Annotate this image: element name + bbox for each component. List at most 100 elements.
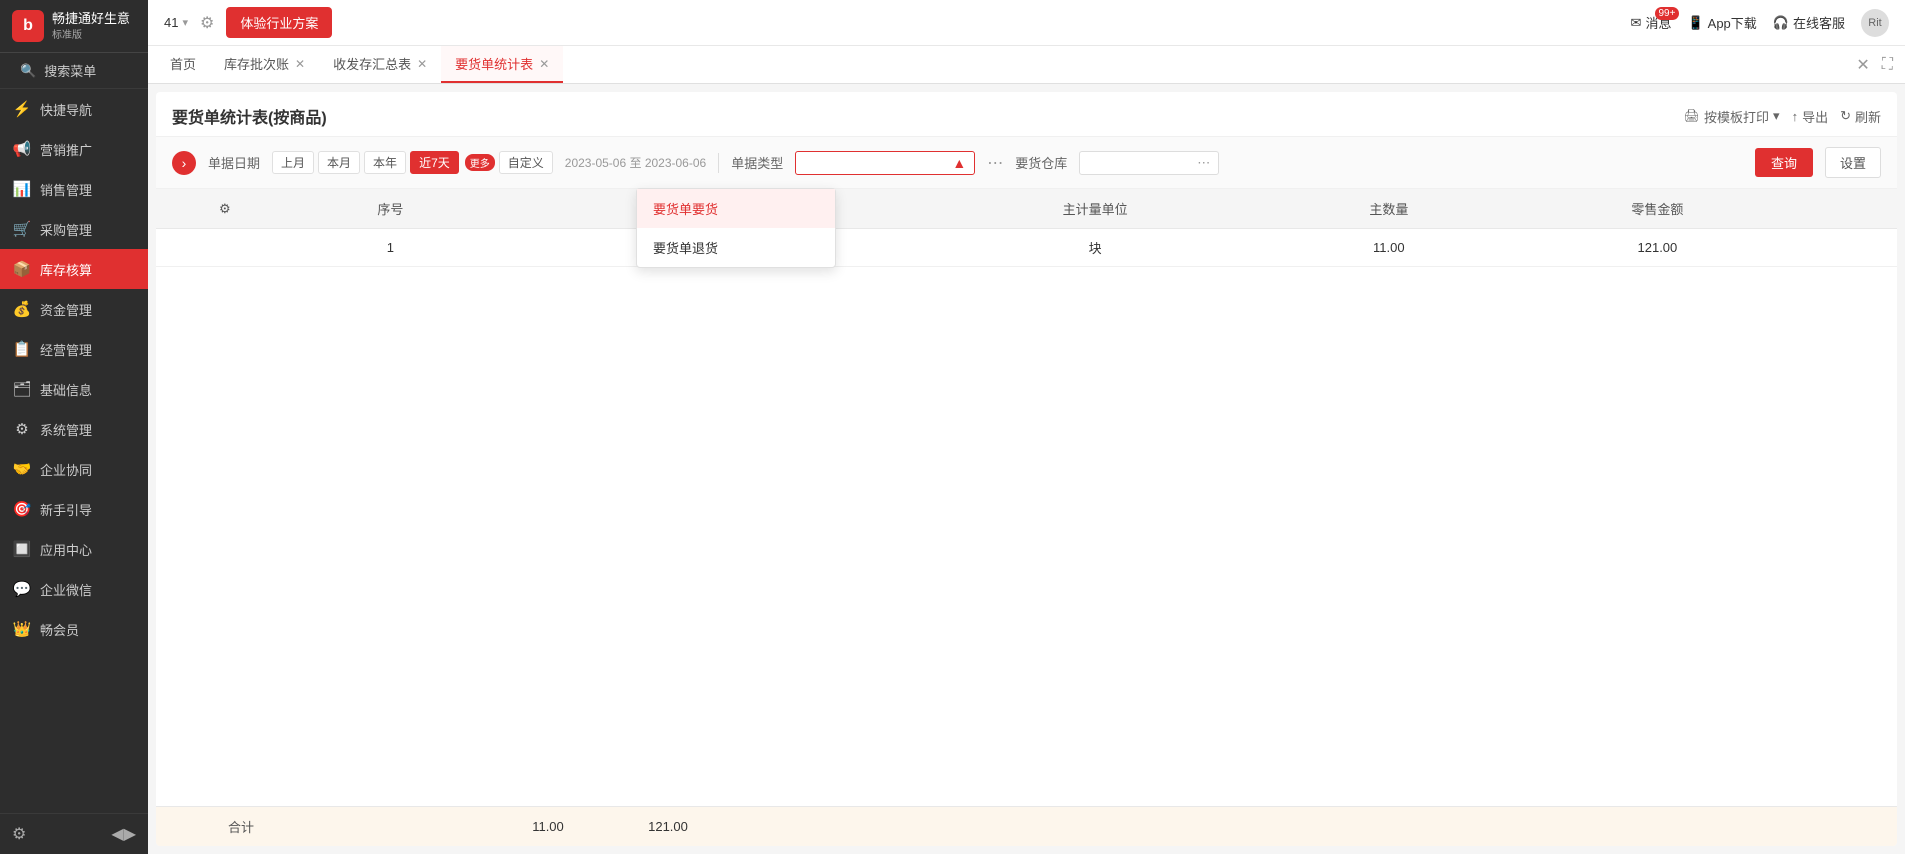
finance-icon: 💰 — [12, 299, 32, 319]
sidebar-item-label: 企业微信 — [40, 580, 92, 599]
cell-quantity: 11.00 — [1267, 229, 1510, 267]
basic-icon: 🗂 — [12, 379, 32, 399]
search-label: 搜索菜单 — [44, 61, 96, 80]
filter-expand-button[interactable]: › — [172, 151, 196, 175]
tab-inventory-batch-label: 库存批次账 — [224, 54, 289, 73]
search-icon: 🔍 — [20, 63, 36, 79]
sidebar-item-system[interactable]: ⚙ 系统管理 — [0, 409, 148, 449]
member-icon: 👑 — [12, 619, 32, 639]
date-chip-last-7days[interactable]: 近7天 — [410, 151, 459, 174]
filter-divider — [718, 153, 719, 173]
cell-settings — [156, 229, 294, 267]
sidebar-item-wechat[interactable]: 💬 企业微信 — [0, 569, 148, 609]
purchase-icon: 🛒 — [12, 219, 32, 239]
refresh-label: 刷新 — [1855, 107, 1881, 126]
date-more-badge[interactable]: 更多 — [465, 154, 495, 171]
date-chip-last-month[interactable]: 上月 — [272, 151, 314, 174]
tab-inventory-batch-close[interactable]: ✕ — [295, 57, 305, 71]
tab-order-stats[interactable]: 要货单统计表 ✕ — [441, 46, 563, 83]
sidebar-item-appstore[interactable]: 🔲 应用中心 — [0, 529, 148, 569]
sidebar-item-marketing[interactable]: 📢 营销推广 — [0, 129, 148, 169]
type-select-chevron-up-icon: ▲ — [952, 155, 966, 171]
print-dropdown-icon: ▾ — [1773, 108, 1780, 124]
messages-item[interactable]: ✉ 消息 99+ — [1631, 13, 1672, 32]
print-button[interactable]: 🖨 按模板打印 ▾ — [1684, 107, 1780, 126]
warehouse-select[interactable]: ⋯ — [1079, 151, 1219, 175]
sidebar-item-quick-nav[interactable]: ⚡ 快捷导航 — [0, 89, 148, 129]
page-title: 要货单统计表(按商品) — [172, 104, 327, 128]
warehouse-value — [1088, 155, 1092, 170]
settings-button[interactable]: 设置 — [1825, 147, 1881, 178]
sidebar-bottom: ⚙ ◀▶ — [0, 813, 148, 854]
phone-icon: 📱 — [1687, 15, 1703, 31]
table-header-row: ⚙ 序号 商品 主计量单位 主数量 零售金额 — [156, 189, 1897, 229]
col-amount-header: 零售金额 — [1511, 189, 1805, 229]
marketing-icon: 📢 — [12, 139, 32, 159]
footer-label: 合计 — [208, 817, 408, 836]
chevron-down-icon: ▾ — [182, 16, 188, 29]
tab-order-stats-close[interactable]: ✕ — [539, 57, 549, 71]
tab-receive-summary-label: 收发存汇总表 — [333, 54, 411, 73]
app-download-item[interactable]: 📱 App下载 — [1687, 13, 1756, 32]
sidebar-item-basic[interactable]: 🗂 基础信息 — [0, 369, 148, 409]
refresh-icon: ↻ — [1840, 108, 1851, 124]
quick-nav-icon: ⚡ — [12, 99, 32, 119]
filter-more-icon[interactable]: ⋯ — [987, 153, 1003, 173]
topbar-settings-icon[interactable]: ⚙ — [200, 13, 214, 33]
date-chip-this-year[interactable]: 本年 — [364, 151, 406, 174]
industry-button[interactable]: 体验行业方案 — [226, 7, 332, 38]
footer-amount: 121.00 — [608, 819, 728, 834]
sidebar-item-finance[interactable]: 💰 资金管理 — [0, 289, 148, 329]
tabbar-controls: ✕ ⛶ — [1852, 46, 1905, 83]
user-avatar[interactable]: Rit — [1861, 9, 1889, 37]
system-icon: ⚙ — [12, 419, 32, 439]
col-settings-header[interactable]: ⚙ — [156, 189, 294, 229]
sidebar-item-label: 库存核算 — [40, 260, 92, 279]
query-button[interactable]: 查询 — [1755, 148, 1813, 177]
sidebar-item-sales[interactable]: 📊 销售管理 — [0, 169, 148, 209]
sidebar-nav: ⚡ 快捷导航 📢 营销推广 📊 销售管理 🛒 采购管理 📦 库存核算 💰 资金管… — [0, 89, 148, 813]
sidebar-item-label: 快捷导航 — [40, 100, 92, 119]
col-unit-header: 主计量单位 — [923, 189, 1267, 229]
dropdown-item-order-return[interactable]: 要货单退货 — [637, 228, 835, 267]
refresh-button[interactable]: ↻ 刷新 — [1840, 107, 1881, 126]
date-chip-custom[interactable]: 自定义 — [499, 151, 553, 174]
app-subtitle: 标准版 — [52, 26, 130, 41]
sidebar-item-member[interactable]: 👑 畅会员 — [0, 609, 148, 649]
export-label: 导出 — [1802, 107, 1828, 126]
tabbar-expand-btn[interactable]: ⛶ — [1878, 52, 1897, 78]
online-service-item[interactable]: 🎧 在线客服 — [1773, 13, 1845, 32]
tabbar-close-btn[interactable]: ✕ — [1852, 51, 1873, 79]
tab-receive-summary[interactable]: 收发存汇总表 ✕ — [319, 46, 441, 83]
sidebar-item-label: 企业协同 — [40, 460, 92, 479]
date-chip-this-month[interactable]: 本月 — [318, 151, 360, 174]
sidebar-item-operations[interactable]: 📋 经营管理 — [0, 329, 148, 369]
appstore-icon: 🔲 — [12, 539, 32, 559]
footer-quantity: 11.00 — [488, 819, 608, 834]
tab-receive-summary-close[interactable]: ✕ — [417, 57, 427, 71]
app-logo-icon: b — [12, 10, 44, 42]
warehouse-filter-label: 要货仓库 — [1015, 153, 1067, 172]
guide-icon: 🎯 — [12, 499, 32, 519]
export-button[interactable]: ↑ 导出 — [1792, 107, 1829, 126]
settings-bottom-icon[interactable]: ⚙ — [12, 824, 26, 844]
sidebar-search[interactable]: 🔍 搜索菜单 — [0, 53, 148, 89]
sidebar-item-purchase[interactable]: 🛒 采购管理 — [0, 209, 148, 249]
type-select-value — [804, 155, 952, 170]
sidebar-item-guide[interactable]: 🎯 新手引导 — [0, 489, 148, 529]
tab-home[interactable]: 首页 — [156, 46, 210, 83]
sidebar-item-label: 经营管理 — [40, 340, 92, 359]
sidebar-item-inventory[interactable]: 📦 库存核算 — [0, 249, 148, 289]
online-service-label: 在线客服 — [1793, 13, 1845, 32]
type-select[interactable]: ▲ — [795, 151, 975, 175]
tab-inventory-batch[interactable]: 库存批次账 ✕ — [210, 46, 319, 83]
sidebar-item-label: 系统管理 — [40, 420, 92, 439]
store-selector[interactable]: 41 ▾ — [164, 15, 188, 30]
collapse-icon[interactable]: ◀▶ — [111, 824, 136, 844]
page-header: 要货单统计表(按商品) 🖨 按模板打印 ▾ ↑ 导出 ↻ 刷新 — [156, 92, 1897, 137]
sidebar-logo: b 畅捷通好生意 标准版 — [0, 0, 148, 53]
inventory-icon: 📦 — [12, 259, 32, 279]
tabbar: 首页 库存批次账 ✕ 收发存汇总表 ✕ 要货单统计表 ✕ ✕ ⛶ — [148, 46, 1905, 84]
dropdown-item-order-goods[interactable]: 要货单要货 — [637, 189, 835, 228]
sidebar-item-enterprise[interactable]: 🤝 企业协同 — [0, 449, 148, 489]
